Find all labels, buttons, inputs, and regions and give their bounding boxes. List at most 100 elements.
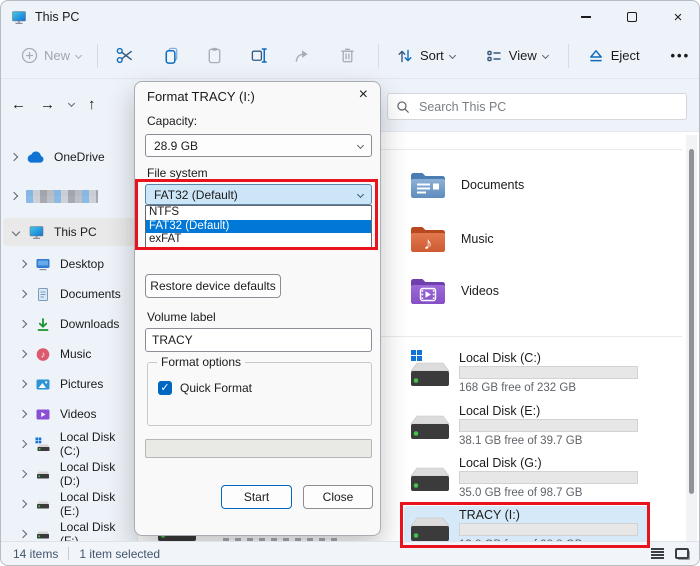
- restore-defaults-label: Restore device defaults: [150, 279, 275, 293]
- chevron-down-icon[interactable]: [68, 100, 75, 107]
- rename-icon: [250, 46, 269, 65]
- annotation-box-file-system: [135, 179, 378, 250]
- search-box: [387, 93, 687, 120]
- dialog-close-button[interactable]: ×: [359, 86, 368, 104]
- scrollbar-thumb[interactable]: [689, 149, 694, 494]
- sidebar-item-downloads[interactable]: Downloads: [1, 309, 137, 339]
- chevron-right-icon: [19, 260, 27, 268]
- titlebar: This PC ×: [1, 1, 699, 33]
- maximize-button[interactable]: [609, 1, 655, 33]
- chevron-down-icon: [449, 52, 456, 59]
- sidebar-item-label: OneDrive: [54, 150, 105, 164]
- search-input[interactable]: [417, 99, 678, 115]
- format-progress-bar: [145, 439, 372, 458]
- view-button[interactable]: View: [477, 40, 556, 72]
- sidebar-item-label: Local Disk (D:): [60, 460, 137, 488]
- copy-icon: [162, 46, 181, 65]
- chevron-right-icon: [19, 440, 27, 448]
- music-folder-icon: ♪: [409, 222, 447, 256]
- sidebar-item-label: Music: [60, 347, 91, 361]
- see-more-button[interactable]: •••: [662, 40, 699, 72]
- start-button-label: Start: [244, 490, 269, 504]
- sidebar-item-local-disk-c[interactable]: Local Disk (C:): [1, 429, 137, 459]
- drive-icon: [35, 467, 51, 482]
- forward-arrow-icon[interactable]: →: [40, 96, 55, 113]
- drive-name: Local Disk (E:): [459, 404, 540, 418]
- drive-tile-local-disk-e[interactable]: Local Disk (E:) 38.1 GB free of 39.7 GB: [404, 402, 650, 448]
- svg-text:♪: ♪: [424, 234, 433, 253]
- sidebar-item-desktop[interactable]: Desktop: [1, 249, 137, 279]
- close-icon: ×: [359, 86, 368, 103]
- chevron-down-icon: [357, 142, 364, 149]
- paste-button[interactable]: [196, 40, 233, 72]
- format-dialog: Format TRACY (I:) × Capacity: 28.9 GB Fi…: [134, 81, 381, 536]
- sidebar-item-videos[interactable]: Videos: [1, 399, 137, 429]
- chevron-right-icon: [19, 470, 27, 478]
- large-thumbnails-view-icon[interactable]: [675, 548, 689, 559]
- close-button[interactable]: ×: [655, 1, 700, 33]
- delete-button[interactable]: [329, 40, 366, 72]
- folder-tile-label: Music: [461, 232, 494, 246]
- rename-button[interactable]: [241, 40, 278, 72]
- folder-tile-label: Documents: [461, 178, 524, 192]
- folder-tile-videos[interactable]: Videos: [409, 269, 659, 313]
- restore-defaults-button[interactable]: Restore device defaults: [145, 274, 281, 298]
- up-arrow-icon[interactable]: ↑: [88, 96, 96, 113]
- chevron-right-icon: [10, 153, 18, 161]
- sidebar-item-label: Videos: [60, 407, 96, 421]
- eject-button[interactable]: Eject: [579, 40, 648, 72]
- chevron-right-icon: [19, 380, 27, 388]
- sidebar-item-local-disk-d[interactable]: Local Disk (D:): [1, 459, 137, 489]
- drive-icon: [409, 411, 451, 443]
- format-options-group: Format options ✓ Quick Format: [147, 362, 372, 426]
- volume-label-input[interactable]: [145, 328, 372, 352]
- sidebar-item-redacted[interactable]: [1, 181, 137, 211]
- back-arrow-icon[interactable]: ←: [11, 96, 26, 113]
- drive-capacity-caption: 35.0 GB free of 98.7 GB: [459, 487, 582, 499]
- details-view-icon[interactable]: [651, 548, 664, 559]
- sidebar-item-onedrive[interactable]: OneDrive: [1, 142, 137, 172]
- chevron-right-icon: [19, 350, 27, 358]
- delete-icon: [338, 46, 357, 65]
- chevron-right-icon: [19, 500, 27, 508]
- svg-text:♪: ♪: [41, 349, 46, 359]
- copy-button[interactable]: [153, 40, 190, 72]
- chevron-right-icon: [19, 320, 27, 328]
- folder-tile-music[interactable]: ♪ Music: [409, 217, 659, 261]
- start-button[interactable]: Start: [221, 485, 292, 509]
- sidebar-item-this-pc[interactable]: This PC: [3, 218, 135, 246]
- sort-button[interactable]: Sort: [388, 40, 463, 72]
- cut-icon: [115, 46, 134, 65]
- sidebar-item-local-disk-e[interactable]: Local Disk (E:): [1, 489, 137, 519]
- share-icon: [293, 46, 312, 65]
- drive-icon: [35, 527, 51, 542]
- drive-usage-bar: [459, 471, 638, 484]
- cut-button[interactable]: [106, 40, 143, 72]
- close-button-label: Close: [323, 490, 354, 504]
- sidebar-item-label: Desktop: [60, 257, 104, 271]
- drive-tile-local-disk-c[interactable]: Local Disk (C:) 168 GB free of 232 GB: [404, 349, 650, 395]
- window-title: This PC: [35, 10, 79, 24]
- close-dialog-button[interactable]: Close: [303, 485, 373, 509]
- minimize-icon: [581, 16, 591, 17]
- plus-circle-icon: [21, 47, 38, 64]
- checkbox-checked-icon[interactable]: ✓: [158, 381, 172, 395]
- toolbar-separator: [568, 44, 569, 68]
- sidebar-item-label: Pictures: [60, 377, 103, 391]
- share-button[interactable]: [284, 40, 321, 72]
- download-arrow-icon: [35, 317, 51, 332]
- chevron-down-icon: [12, 228, 20, 236]
- new-button[interactable]: New: [13, 40, 89, 72]
- selection-count: 1 item selected: [79, 547, 160, 561]
- sidebar-item-pictures[interactable]: Pictures: [1, 369, 137, 399]
- sidebar-item-music[interactable]: ♪ Music: [1, 339, 137, 369]
- capacity-dropdown[interactable]: 28.9 GB: [145, 134, 372, 157]
- drive-tile-local-disk-g[interactable]: Local Disk (G:) 35.0 GB free of 98.7 GB: [404, 454, 650, 500]
- toolbar-separator: [378, 44, 379, 68]
- folder-tile-documents[interactable]: Documents: [409, 163, 659, 207]
- computer-icon: [28, 224, 45, 240]
- minimize-button[interactable]: [563, 1, 609, 33]
- sidebar-item-documents[interactable]: Documents: [1, 279, 137, 309]
- volume-label-caption: Volume label: [147, 310, 216, 324]
- quick-format-option[interactable]: ✓ Quick Format: [158, 381, 252, 395]
